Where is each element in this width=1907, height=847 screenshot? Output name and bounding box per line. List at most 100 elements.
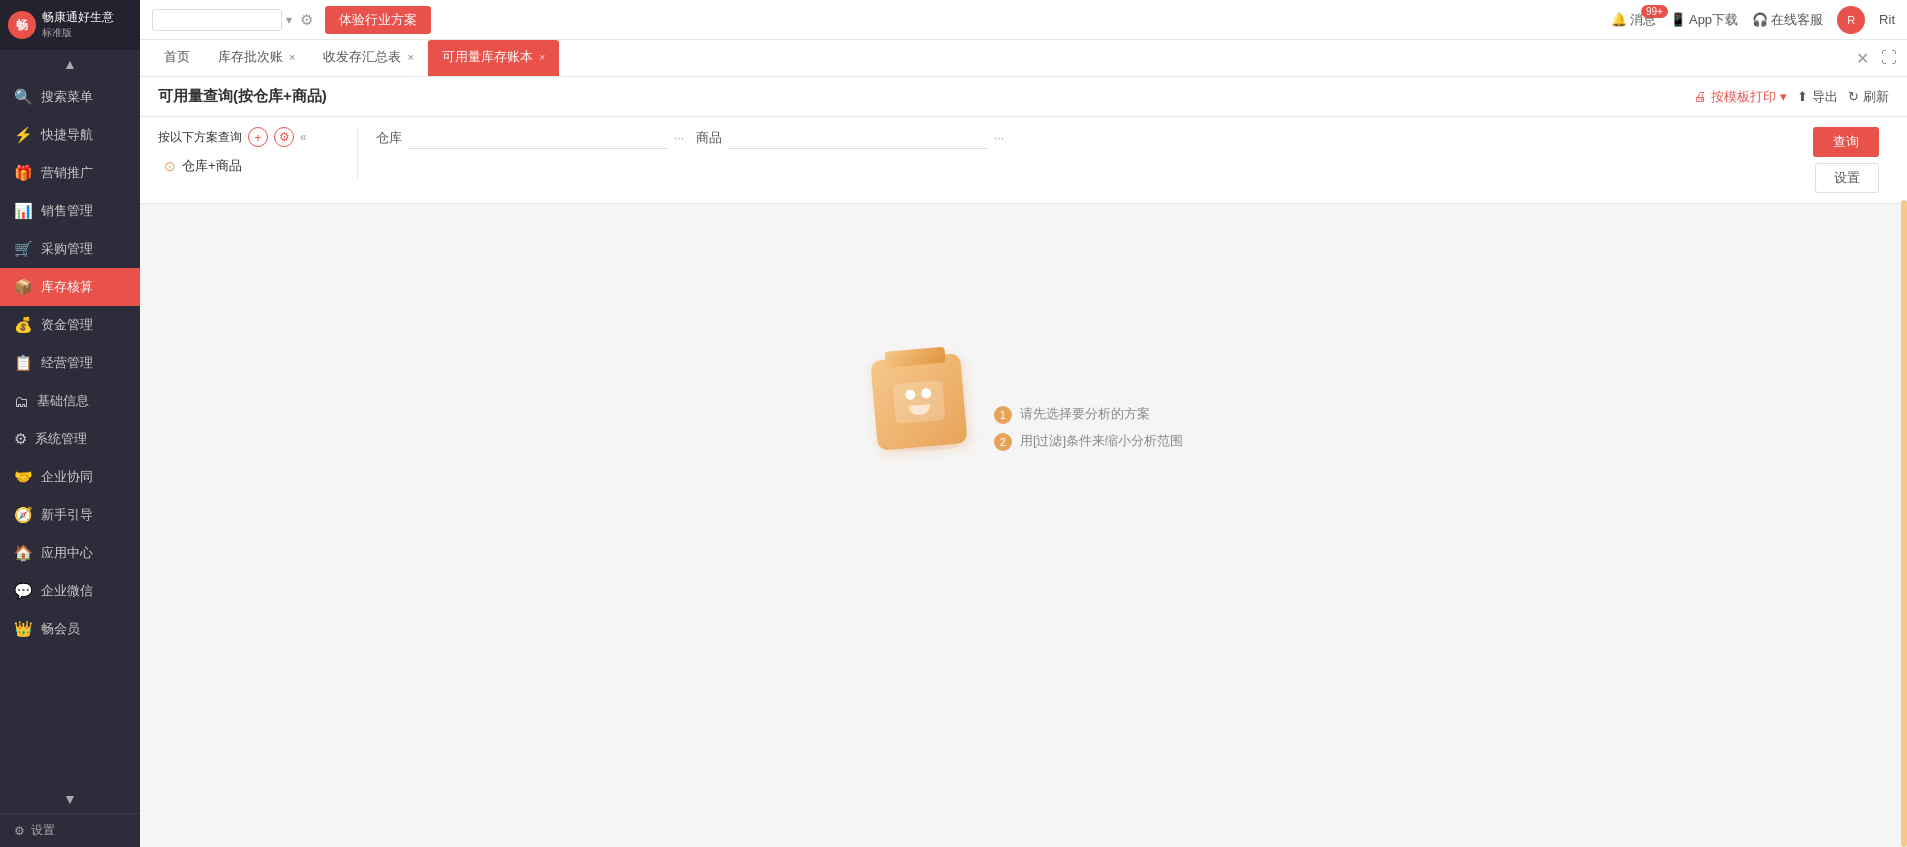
warehouse-input[interactable]: [408, 127, 668, 149]
sidebar-item-sales[interactable]: 📊 销售管理: [0, 192, 140, 230]
customer-service-button[interactable]: 🎧 在线客服: [1752, 11, 1823, 29]
export-label: 导出: [1812, 88, 1838, 106]
page-header: 可用量查询(按仓库+商品) 🖨 按模板打印 ▾ ⬆ 导出 ↻ 刷新: [140, 77, 1907, 117]
operation-icon: 📋: [14, 354, 33, 372]
tip-num-1: 1: [994, 406, 1012, 424]
sidebar-item-finance[interactable]: 💰资金管理: [0, 306, 140, 344]
sidebar-item-operation[interactable]: 📋 经营管理: [0, 344, 140, 382]
avatar[interactable]: R: [1837, 6, 1865, 34]
filter-action-buttons: 查询 设置: [1803, 127, 1889, 193]
sidebar-item-label-system: 系统管理: [35, 430, 87, 448]
filter-scheme-header: 按以下方案查询 + ⚙ «: [158, 127, 347, 147]
sidebar-item-cooperation[interactable]: 🤝企业协同: [0, 458, 140, 496]
tab-batch-account-close[interactable]: ×: [289, 51, 295, 63]
sidebar-item-label-basic: 基础信息: [37, 392, 89, 410]
tip-num-2: 2: [994, 433, 1012, 451]
sidebar-item-inventory[interactable]: 📦 库存核算: [0, 268, 140, 306]
sidebar-nav: 🔍搜索菜单 ⚡ 快捷导航 🎁 营销推广 📊 销售管理 🛒 采购管理 📦 库存核算 💰资金管理 📋 经营管理…: [0, 78, 140, 785]
sidebar-item-label-apps: 应用中心: [41, 544, 93, 562]
filter-add-button[interactable]: +: [248, 127, 268, 147]
tab-receipts-summary-close[interactable]: ×: [407, 51, 413, 63]
basic-icon: 🗂: [14, 393, 29, 410]
print-label: 按模板打印: [1711, 88, 1776, 106]
box-eyes: [902, 388, 935, 401]
refresh-button[interactable]: ↻ 刷新: [1848, 88, 1889, 106]
sidebar-item-apps[interactable]: 🏠 应用中心: [0, 534, 140, 572]
page-header-actions: 🖨 按模板打印 ▾ ⬆ 导出 ↻ 刷新: [1694, 88, 1889, 106]
goods-input[interactable]: [728, 127, 988, 149]
industry-solution-button[interactable]: 体验行业方案: [325, 6, 431, 34]
scheme-icon: ⊙: [164, 158, 176, 174]
sales-icon: 📊: [14, 202, 33, 220]
tab-available-stock-close[interactable]: ×: [539, 51, 545, 63]
chevron-down-icon[interactable]: ▾: [286, 13, 292, 27]
export-button[interactable]: ⬆ 导出: [1797, 88, 1838, 106]
filter-scheme-settings-button[interactable]: ⚙: [274, 127, 294, 147]
apps-icon: 🏠: [14, 544, 33, 562]
filter-scheme-warehouse-goods[interactable]: ⊙ 仓库+商品: [158, 153, 347, 179]
sidebar-scroll-down[interactable]: ▼: [0, 785, 140, 813]
warehouse-more-button[interactable]: ···: [674, 131, 684, 145]
sidebar-item-marketing[interactable]: 🎁 营销推广: [0, 154, 140, 192]
filter-scheme-panel: 按以下方案查询 + ⚙ « ⊙ 仓库+商品: [158, 127, 358, 179]
sidebar-item-label-finance: 资金管理: [41, 316, 93, 334]
tab-receipts-summary[interactable]: 收发存汇总表 ×: [309, 40, 427, 76]
tabbar-expand-icon[interactable]: ⛶: [1881, 49, 1897, 67]
sidebar-item-label-marketing: 营销推广: [41, 164, 93, 182]
filter-row-warehouse: 仓库 ··· 商品 ···: [376, 127, 1803, 149]
sidebar-item-newbie[interactable]: 🧭新手引导: [0, 496, 140, 534]
username-label[interactable]: Rit: [1879, 12, 1895, 27]
sidebar-item-label-wechat: 企业微信: [41, 582, 93, 600]
message-button[interactable]: 🔔 消息 99+: [1611, 11, 1656, 29]
goods-more-button[interactable]: ···: [994, 131, 1004, 145]
marketing-icon: 🎁: [14, 164, 33, 182]
sidebar-item-wechat[interactable]: 💬 企业微信: [0, 572, 140, 610]
sidebar-item-purchase[interactable]: 🛒 采购管理: [0, 230, 140, 268]
tabbar: 首页 库存批次账 × 收发存汇总表 × 可用量库存账本 × ✕ ⛶: [140, 40, 1907, 77]
sidebar-subtitle: 标准版: [42, 26, 114, 40]
wechat-icon: 💬: [14, 582, 33, 600]
main-content: ▾ ⚙ 体验行业方案 🔔 消息 99+ 📱 App下载 🎧 在线客服 R Rit: [140, 0, 1907, 847]
right-scrollbar[interactable]: [1901, 200, 1907, 847]
sidebar-item-label-newbie: 新手引导: [41, 506, 93, 524]
inventory-icon: 📦: [14, 278, 33, 296]
tab-available-stock[interactable]: 可用量库存账本 ×: [428, 40, 559, 76]
purchase-icon: 🛒: [14, 240, 33, 258]
sidebar-item-system[interactable]: ⚙系统管理: [0, 420, 140, 458]
headset-icon: 🎧: [1752, 12, 1768, 27]
filter-fields-panel: 仓库 ··· 商品 ···: [358, 127, 1803, 149]
shortcut-icon: ⚡: [14, 126, 33, 144]
sidebar-item-label-shortcut: 快捷导航: [41, 126, 93, 144]
sidebar-item-label-purchase: 采购管理: [41, 240, 93, 258]
page-title: 可用量查询(按仓库+商品): [158, 87, 327, 106]
sidebar-item-shortcut[interactable]: ⚡ 快捷导航: [0, 116, 140, 154]
topbar: ▾ ⚙ 体验行业方案 🔔 消息 99+ 📱 App下载 🎧 在线客服 R Rit: [140, 0, 1907, 40]
sidebar-item-label-operation: 经营管理: [41, 354, 93, 372]
sidebar-bottom-settings[interactable]: ⚙ 设置: [0, 813, 140, 847]
print-button[interactable]: 🖨 按模板打印 ▾: [1694, 88, 1787, 106]
bell-icon: 🔔: [1611, 12, 1627, 27]
search-input[interactable]: [152, 9, 282, 31]
box-mouth: [908, 404, 931, 416]
printer-icon: 🖨: [1694, 89, 1707, 104]
tabbar-close-all-icon[interactable]: ✕: [1856, 49, 1869, 68]
column-settings-button[interactable]: 设置: [1815, 163, 1879, 193]
tab-home[interactable]: 首页: [150, 40, 204, 76]
sidebar-item-search[interactable]: 🔍搜索菜单: [0, 78, 140, 116]
sidebar-item-basic[interactable]: 🗂 基础信息: [0, 382, 140, 420]
sidebar-scroll-up[interactable]: ▲: [0, 50, 140, 78]
topbar-right: 🔔 消息 99+ 📱 App下载 🎧 在线客服 R Rit: [1611, 6, 1895, 34]
sidebar-item-label-sales: 销售管理: [41, 202, 93, 220]
box-face: [892, 380, 945, 424]
tab-batch-account[interactable]: 库存批次账 ×: [204, 40, 309, 76]
filter-collapse-button[interactable]: «: [300, 130, 307, 144]
topbar-search-area: ▾ ⚙: [152, 9, 313, 31]
sidebar-item-member[interactable]: 👑畅会员: [0, 610, 140, 648]
service-label: 在线客服: [1771, 11, 1823, 29]
topbar-gear-icon[interactable]: ⚙: [300, 11, 313, 29]
sidebar-item-label-inventory: 库存核算: [41, 278, 93, 296]
box-icon: [870, 353, 968, 451]
query-button[interactable]: 查询: [1813, 127, 1879, 157]
mobile-icon: 📱: [1670, 12, 1686, 27]
app-download-button[interactable]: 📱 App下载: [1670, 11, 1738, 29]
